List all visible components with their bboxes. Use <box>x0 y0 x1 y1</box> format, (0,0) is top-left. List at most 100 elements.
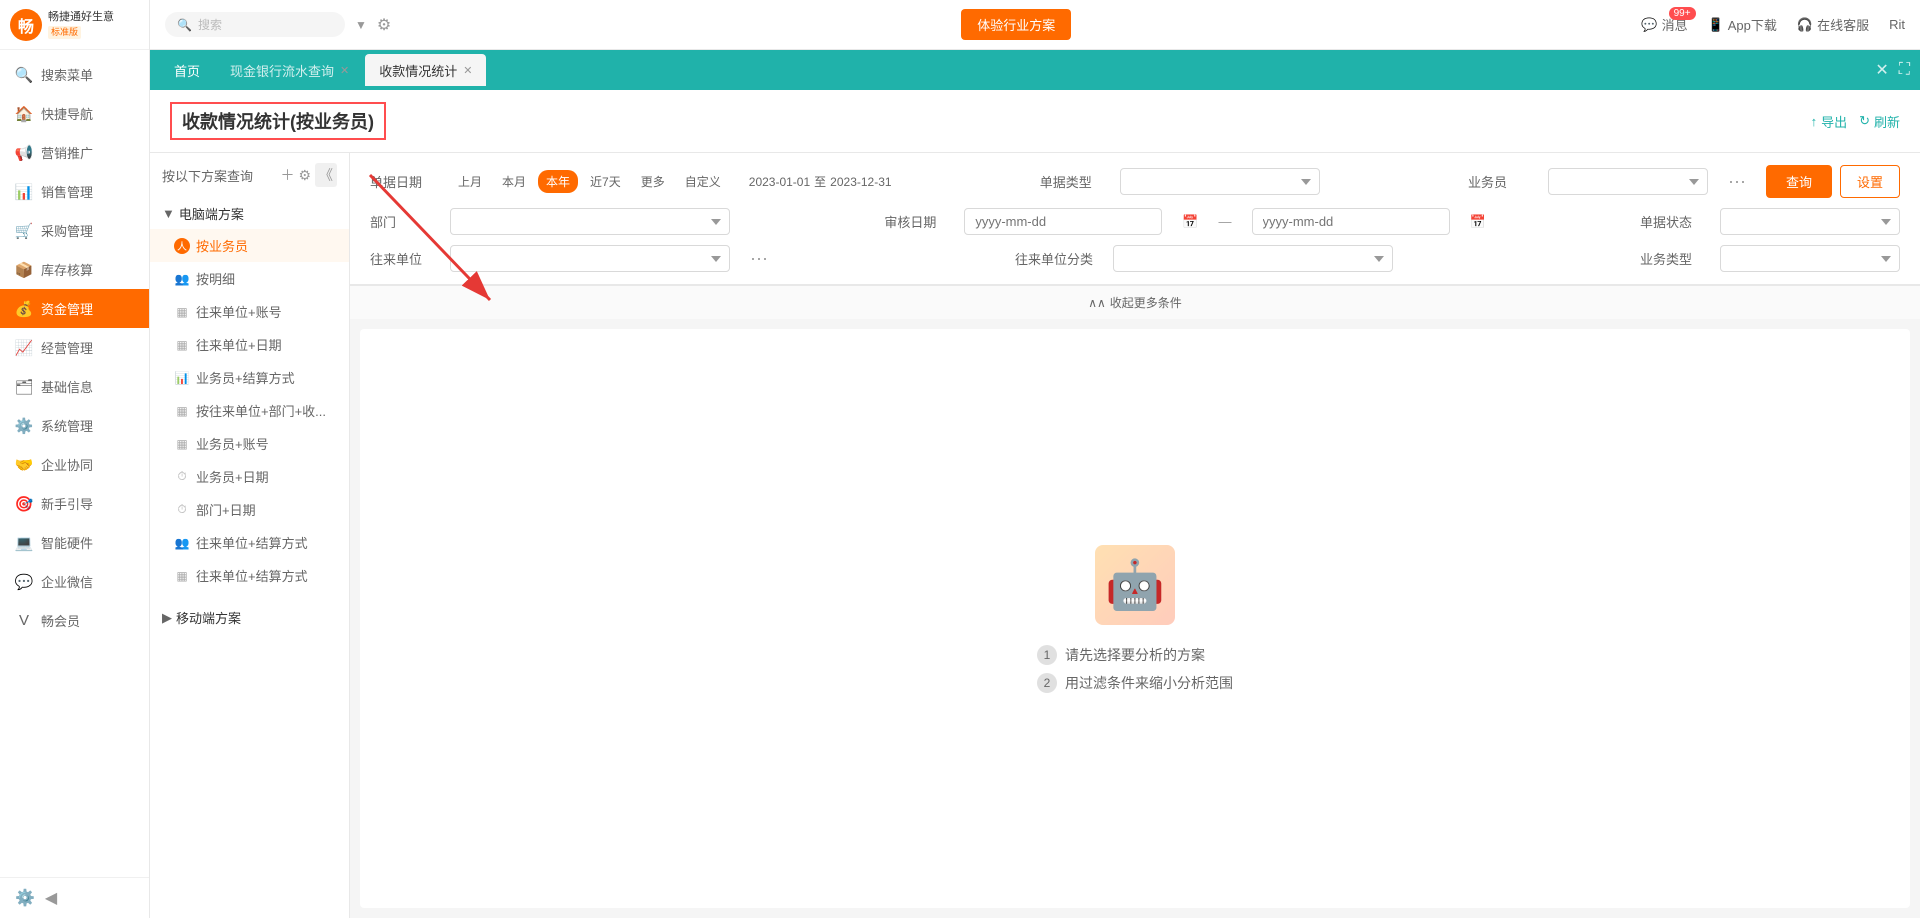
tab-collection-close[interactable]: ✕ <box>463 64 472 77</box>
sidebar-item-enterprise[interactable]: 🤝 企业协同 <box>0 445 149 484</box>
audit-date-calendar-from[interactable]: 📅 <box>1182 214 1198 230</box>
plan-item-salesman-account[interactable]: ▦ 业务员+账号 <box>150 427 349 460</box>
date-label: 单据日期 <box>370 172 430 191</box>
plan-item-unit-settle2[interactable]: ▦ 往来单位+结算方式 <box>150 559 349 592</box>
empty-state: 🤖 1 请先选择要分析的方案 2 用过滤条件来缩小分析范围 <box>1037 545 1233 693</box>
plan-item-unit-account[interactable]: ▦ 往来单位+账号 <box>150 295 349 328</box>
right-panel: 单据日期 上月 本月 本年 近7天 更多 自定义 2023-01-01 至 <box>350 153 1920 918</box>
collapse-filter-button[interactable]: ∧∧ 收起更多条件 <box>350 285 1920 319</box>
sidebar-item-search[interactable]: 🔍 搜索菜单 <box>0 55 149 94</box>
plan-item-by-salesman[interactable]: 人 按业务员 <box>150 229 349 262</box>
unit-settle1-icon: 👥 <box>174 535 190 551</box>
doc-type-select[interactable] <box>1120 168 1320 195</box>
salesman-select[interactable] <box>1548 168 1708 195</box>
setting-button[interactable]: 设置 <box>1840 165 1900 198</box>
sidebar-item-wechat[interactable]: 💬 企业微信 <box>0 562 149 601</box>
sidebar-item-inventory[interactable]: 📦 库存核算 <box>0 250 149 289</box>
counterpart-category-label: 往来单位分类 <box>1015 249 1093 268</box>
date-btn-custom[interactable]: 自定义 <box>677 170 729 193</box>
query-button[interactable]: 查询 <box>1766 165 1832 198</box>
plan-item-unit-date[interactable]: ▦ 往来单位+日期 <box>150 328 349 361</box>
settings-plan-icon[interactable]: ⚙ <box>298 167 311 184</box>
tabs-close-all-icon[interactable]: ✕ <box>1875 60 1888 80</box>
sidebar-item-guide[interactable]: 🎯 新手引导 <box>0 484 149 523</box>
audit-date-calendar-to[interactable]: 📅 <box>1470 214 1486 230</box>
sidebar-item-shortcut[interactable]: 🏠 快捷导航 <box>0 94 149 133</box>
counterpart-category-select[interactable] <box>1113 245 1393 272</box>
plan-item-by-detail[interactable]: 👥 按明细 <box>150 262 349 295</box>
sidebar-item-finance[interactable]: 💰 资金管理 <box>0 289 149 328</box>
user-name[interactable]: Rit <box>1889 17 1905 32</box>
tab-bank[interactable]: 现金银行流水查询 ✕ <box>216 54 363 86</box>
settings-bottom-icon[interactable]: ⚙️ <box>15 888 35 908</box>
enterprise-icon: 🤝 <box>15 456 33 474</box>
unit-dept-icon: ▦ <box>174 403 190 419</box>
counterpart-more-dots[interactable]: ··· <box>750 248 768 269</box>
tabs-right-actions: ✕ ⛶ <box>1875 60 1910 80</box>
message-badge: 99+ <box>1669 7 1696 20</box>
content-body: 按以下方案查询 ＋ ⚙ 《 ▼ 电脑端方案 人 按业务员 <box>150 153 1920 918</box>
audit-date-to[interactable] <box>1252 208 1450 235</box>
sidebar-item-basic[interactable]: 🗂 基础信息 <box>0 367 149 406</box>
sidebar-item-hardware[interactable]: 💻 智能硬件 <box>0 523 149 562</box>
tabs-expand-icon[interactable]: ⛶ <box>1899 61 1910 79</box>
sales-icon: 📊 <box>15 183 33 201</box>
plan-item-unit-dept-collect[interactable]: ▦ 按往来单位+部门+收... <box>150 394 349 427</box>
audit-date-dash: — <box>1219 214 1232 229</box>
salesman-date-icon: ⏱ <box>174 469 190 485</box>
mobile-group-header[interactable]: ▶ 移动端方案 <box>150 602 349 633</box>
date-btn-last-month[interactable]: 上月 <box>450 170 490 193</box>
audit-date-from[interactable] <box>964 208 1162 235</box>
topbar: 🔍 搜索 ▼ ⚙ 体验行业方案 💬 消息 99+ 📱 App下载 🎧 在线客服 <box>150 0 1920 50</box>
doc-status-select[interactable] <box>1720 208 1900 235</box>
dept-select[interactable] <box>450 208 730 235</box>
add-plan-icon[interactable]: ＋ <box>280 165 294 185</box>
collapse-bottom-icon[interactable]: ◀ <box>45 888 57 908</box>
app-download-icon: 📱 <box>1708 17 1724 33</box>
topbar-dropdown-arrow[interactable]: ▼ <box>355 18 367 32</box>
app-download-button[interactable]: 📱 App下载 <box>1708 15 1777 34</box>
plan-item-unit-settle1[interactable]: 👥 往来单位+结算方式 <box>150 526 349 559</box>
date-btn-7days[interactable]: 近7天 <box>582 170 629 193</box>
filter-actions: 查询 设置 <box>1766 165 1900 198</box>
trial-button[interactable]: 体验行业方案 <box>961 9 1071 40</box>
date-btn-more[interactable]: 更多 <box>633 170 673 193</box>
salesman-more-dots[interactable]: ··· <box>1728 171 1746 192</box>
tabs-bar: 首页 现金银行流水查询 ✕ 收款情况统计 ✕ ✕ ⛶ <box>150 50 1920 90</box>
plan-item-salesman-settle[interactable]: 📊 业务员+结算方式 <box>150 361 349 394</box>
sidebar-item-sales[interactable]: 📊 销售管理 <box>0 172 149 211</box>
member-icon: V <box>15 612 33 630</box>
sidebar-item-operation[interactable]: 📈 经营管理 <box>0 328 149 367</box>
sidebar-item-marketing[interactable]: 📢 营销推广 <box>0 133 149 172</box>
sidebar-item-member[interactable]: V 畅会员 <box>0 601 149 640</box>
sidebar-item-purchase[interactable]: 🛒 采购管理 <box>0 211 149 250</box>
empty-state-icon: 🤖 <box>1095 545 1175 625</box>
page-title: 收款情况统计(按业务员) <box>170 102 386 140</box>
collapse-panel-icon[interactable]: 《 <box>315 163 337 187</box>
date-btn-this-year[interactable]: 本年 <box>538 170 578 193</box>
date-btn-this-month[interactable]: 本月 <box>494 170 534 193</box>
system-icon: ⚙️ <box>15 417 33 435</box>
plan-item-salesman-date[interactable]: ⏱ 业务员+日期 <box>150 460 349 493</box>
refresh-button[interactable]: ↻ 刷新 <box>1859 112 1900 131</box>
mobile-group-arrow: ▶ <box>162 610 172 626</box>
export-button[interactable]: ↑ 导出 <box>1811 112 1848 131</box>
sidebar-item-system[interactable]: ⚙️ 系统管理 <box>0 406 149 445</box>
refresh-icon: ↻ <box>1859 113 1870 129</box>
desktop-group-header[interactable]: ▼ 电脑端方案 <box>150 198 349 229</box>
sidebar-bottom: ⚙️ ◀ <box>0 877 149 918</box>
tab-home[interactable]: 首页 <box>160 54 214 86</box>
topbar-right: 💬 消息 99+ 📱 App下载 🎧 在线客服 Rit <box>1641 15 1905 34</box>
topbar-search[interactable]: 🔍 搜索 <box>165 12 345 37</box>
counterpart-select[interactable] <box>450 245 730 272</box>
filter-row-1: 单据日期 上月 本月 本年 近7天 更多 自定义 2023-01-01 至 <box>370 165 1900 198</box>
inventory-icon: 📦 <box>15 261 33 279</box>
topbar-gear-icon[interactable]: ⚙ <box>377 15 391 35</box>
logo-area: 畅 畅捷通好生意 标准版 <box>0 0 149 50</box>
tab-bank-close[interactable]: ✕ <box>340 64 349 77</box>
plan-item-dept-date[interactable]: ⏱ 部门+日期 <box>150 493 349 526</box>
biz-type-select[interactable] <box>1720 245 1900 272</box>
message-button[interactable]: 💬 消息 99+ <box>1641 15 1687 34</box>
online-service-button[interactable]: 🎧 在线客服 <box>1797 15 1869 34</box>
tab-collection[interactable]: 收款情况统计 ✕ <box>365 54 486 86</box>
